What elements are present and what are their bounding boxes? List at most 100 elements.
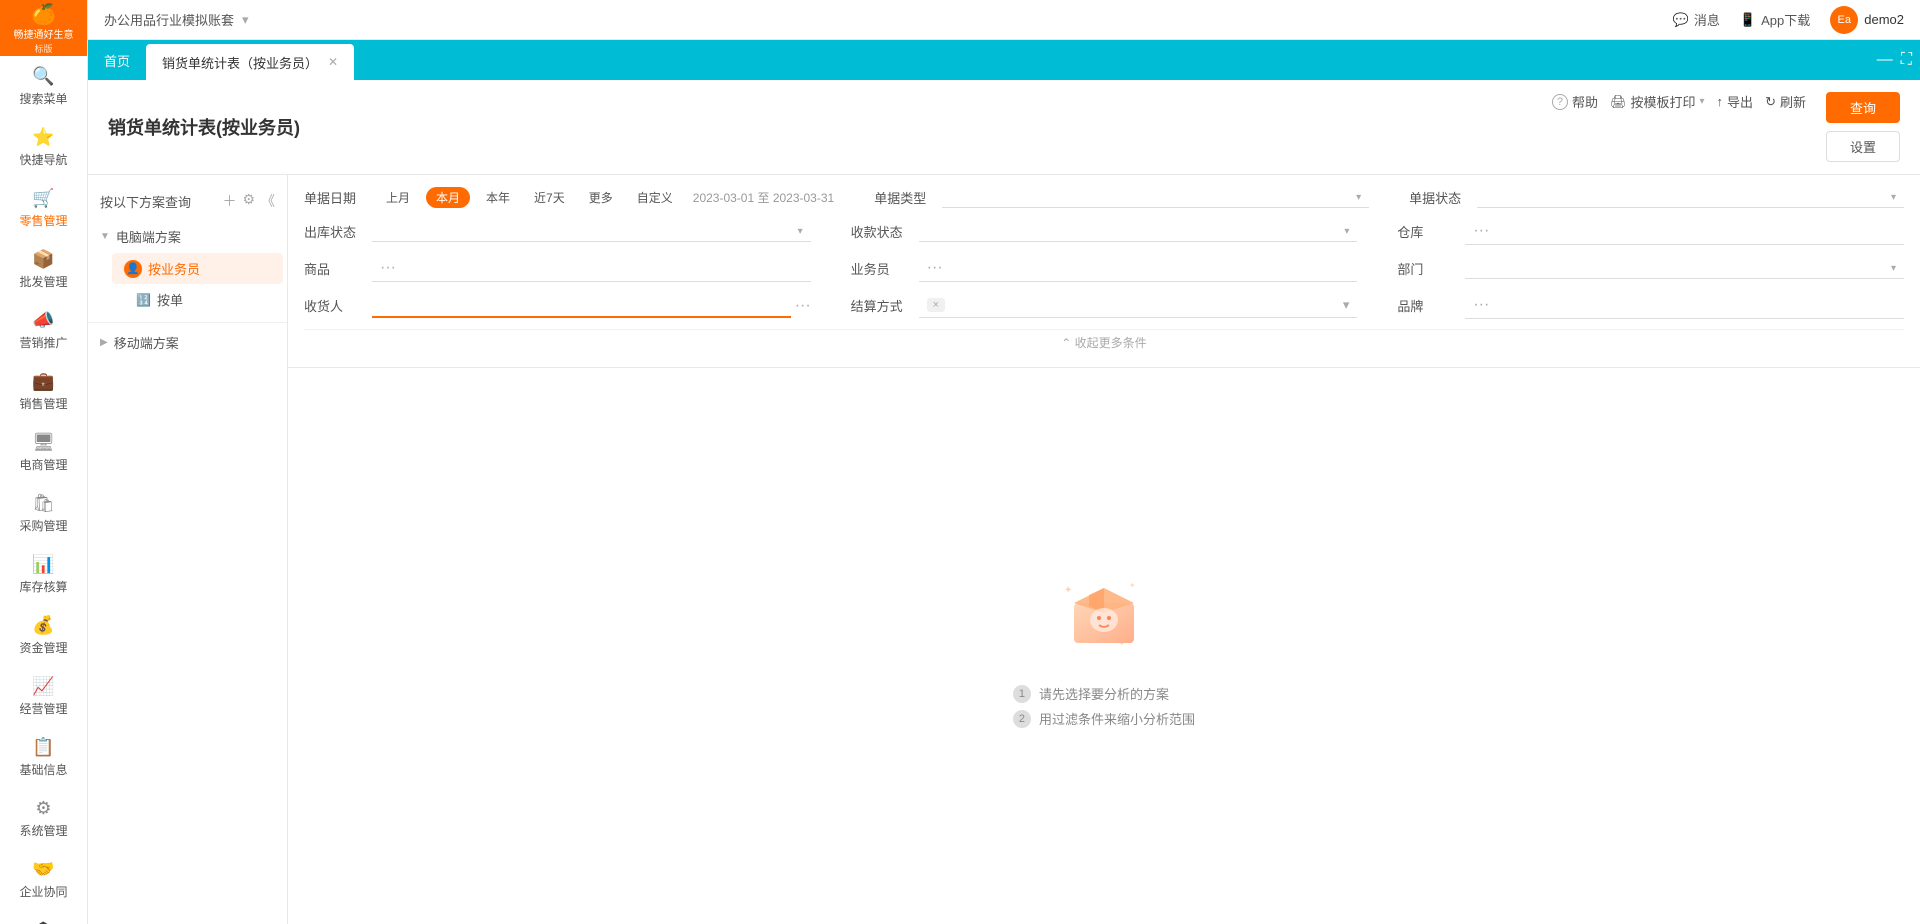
filter-row-2: 出库状态 ▾ 收款状态 ▾	[304, 218, 1904, 245]
receiver-input[interactable]	[372, 293, 791, 318]
brand-dots: ···	[1473, 296, 1489, 314]
salesperson-field[interactable]: ···	[919, 255, 1358, 282]
tree-item-by-salesperson[interactable]: 👤 按业务员	[112, 253, 283, 284]
app-download-action[interactable]: 📱 App下载	[1740, 10, 1810, 29]
page-content: 销货单统计表(按业务员) ? 帮助 🖨 按模板打印 ▾ ↑ 导出	[88, 80, 1920, 924]
account-dropdown-arrow[interactable]: ▾	[242, 12, 249, 28]
header-actions: ? 帮助 🖨 按模板打印 ▾ ↑ 导出 ↻ 刷新	[1552, 92, 1806, 111]
settings-button[interactable]: 设置	[1826, 131, 1900, 162]
date-range-value: 2023-03-01 至 2023-03-31	[693, 189, 834, 206]
sidebar-item-retail[interactable]: 🛒 零售管理	[0, 178, 88, 239]
gear-scheme-icon[interactable]: ⚙	[242, 191, 255, 211]
filter-settlement: 结算方式 × ▾	[851, 293, 1358, 318]
salesperson-label: 业务员	[851, 259, 911, 278]
export-icon: ↑	[1717, 94, 1724, 109]
tree-item-by-order[interactable]: 🔢 按单	[108, 285, 287, 314]
help-action[interactable]: ? 帮助	[1552, 92, 1598, 111]
pay-status-select[interactable]: ▾	[919, 222, 1358, 242]
step2-text: 用过滤条件来缩小分析范围	[1039, 709, 1195, 728]
date-btn-this-month[interactable]: 本月	[426, 187, 470, 208]
tree-mobile-label[interactable]: ▶ 移动端方案	[88, 327, 287, 358]
tree-desktop-label[interactable]: ▼ 电脑端方案	[88, 221, 287, 252]
date-btn-7days[interactable]: 近7天	[526, 187, 573, 208]
tab-sales-stat[interactable]: 销货单统计表（按业务员） ✕	[146, 44, 354, 80]
date-btn-more[interactable]: 更多	[581, 187, 621, 208]
empty-steps: 1 请先选择要分析的方案 2 用过滤条件来缩小分析范围	[1013, 678, 1195, 734]
sidebar-item-basic[interactable]: 📋 基础信息	[0, 727, 88, 788]
empty-step-1: 1 请先选择要分析的方案	[1013, 684, 1195, 703]
app-logo: 🍊 畅捷通好生意 标版	[0, 0, 88, 56]
marketing-icon: 📣	[4, 310, 84, 331]
tab-home[interactable]: 首页	[88, 40, 146, 80]
status-select[interactable]: ▾	[1477, 188, 1904, 208]
logo-text: 畅捷通好生意	[14, 29, 74, 42]
sidebar-item-operations[interactable]: 📈 经营管理	[0, 666, 88, 727]
collapse-bar[interactable]: ⌃ 收起更多条件	[304, 329, 1904, 355]
filter-out-status: 出库状态 ▾	[304, 222, 811, 242]
sidebar-item-label: 系统管理	[4, 822, 84, 839]
tab-minimize-btn[interactable]: —	[1877, 51, 1893, 69]
sidebar: 🍊 畅捷通好生意 标版 🔍 搜索菜单 ⭐ 快捷导航 🛒 零售管理 📦 批发管理 …	[0, 0, 88, 924]
step1-text: 请先选择要分析的方案	[1039, 684, 1169, 703]
goods-field[interactable]: ···	[372, 255, 811, 282]
sidebar-item-label: 电商管理	[4, 456, 84, 473]
out-status-select[interactable]: ▾	[372, 222, 811, 242]
tree-section: ▼ 电脑端方案 👤 按业务员 🔢 按单	[88, 217, 287, 318]
page-title: 销货单统计表(按业务员)	[108, 114, 300, 140]
out-status-dropdown-arrow: ▾	[798, 226, 803, 237]
sidebar-item-enterprise[interactable]: 🤝 企业协同	[0, 849, 88, 910]
date-btn-custom[interactable]: 自定义	[629, 187, 681, 208]
refresh-label: 刷新	[1780, 92, 1806, 111]
sidebar-item-newbie[interactable]: 🎓 新手引导	[0, 910, 88, 924]
receiver-dots[interactable]: ···	[795, 297, 811, 315]
sidebar-item-search[interactable]: 🔍 搜索菜单	[0, 56, 88, 117]
message-icon: 💬	[1673, 12, 1689, 28]
print-dropdown-arrow[interactable]: ▾	[1700, 96, 1705, 107]
add-scheme-icon[interactable]: ＋	[222, 191, 236, 211]
collapse-panel-icon[interactable]: 《	[261, 191, 275, 211]
settlement-dropdown-arrow[interactable]: ▾	[1343, 297, 1350, 313]
print-action[interactable]: 🖨 按模板打印 ▾	[1610, 92, 1705, 111]
wholesale-icon: 📦	[4, 249, 84, 270]
date-btn-this-year[interactable]: 本年	[478, 187, 518, 208]
tab-home-label: 首页	[104, 51, 130, 70]
dept-select[interactable]: ▾	[1465, 259, 1904, 279]
sidebar-item-label: 零售管理	[4, 212, 84, 229]
warehouse-field[interactable]: ···	[1465, 218, 1904, 245]
sidebar-item-purchase[interactable]: 🛍 采购管理	[0, 483, 88, 544]
type-select[interactable]: ▾	[942, 188, 1369, 208]
pay-status-dropdown-arrow: ▾	[1344, 226, 1349, 237]
settlement-tag-close[interactable]: ×	[933, 299, 939, 311]
user-info[interactable]: Ea demo2	[1830, 6, 1904, 34]
sidebar-item-marketing[interactable]: 📣 营销推广	[0, 300, 88, 361]
brand-label: 品牌	[1397, 296, 1457, 315]
empty-step-2: 2 用过滤条件来缩小分析范围	[1013, 709, 1195, 728]
tab-close-icon[interactable]: ✕	[328, 55, 338, 69]
filter-row-3: 商品 ··· 业务员 ··· 部门	[304, 255, 1904, 282]
export-action[interactable]: ↑ 导出	[1717, 92, 1754, 111]
brand-field[interactable]: ···	[1465, 292, 1904, 319]
topbar-right: 💬 消息 📱 App下载 Ea demo2	[1673, 6, 1904, 34]
tab-maximize-btn[interactable]: ⛶	[1901, 51, 1912, 69]
sidebar-item-sales[interactable]: 💼 销售管理	[0, 361, 88, 422]
filter-goods: 商品 ···	[304, 255, 811, 282]
finance-icon: 💰	[4, 615, 84, 636]
sidebar-item-ecommerce[interactable]: 🖥 电商管理	[0, 422, 88, 483]
sidebar-item-system[interactable]: ⚙ 系统管理	[0, 788, 88, 849]
sidebar-item-quicknav[interactable]: ⭐ 快捷导航	[0, 117, 88, 178]
search-icon: 🔍	[4, 66, 84, 87]
filter-salesperson: 业务员 ···	[851, 255, 1358, 282]
filter-row-1: 单据日期 上月 本月 本年 近7天 更多 自定义 2023-03-01 至 20…	[304, 187, 1904, 208]
message-action[interactable]: 💬 消息	[1673, 10, 1720, 29]
settlement-tag: ×	[927, 298, 945, 312]
sidebar-item-inventory[interactable]: 📊 库存核算	[0, 544, 88, 605]
refresh-action[interactable]: ↻ 刷新	[1765, 92, 1806, 111]
filter-status: 单据状态 ▾	[1409, 188, 1904, 208]
filter-receiver: 收货人 ···	[304, 293, 811, 318]
date-btn-prev-month[interactable]: 上月	[378, 187, 418, 208]
step2-num: 2	[1013, 710, 1031, 728]
query-button[interactable]: 查询	[1826, 92, 1900, 123]
sidebar-item-wholesale[interactable]: 📦 批发管理	[0, 239, 88, 300]
sidebar-item-finance[interactable]: 💰 资金管理	[0, 605, 88, 666]
warehouse-label: 仓库	[1397, 222, 1457, 241]
